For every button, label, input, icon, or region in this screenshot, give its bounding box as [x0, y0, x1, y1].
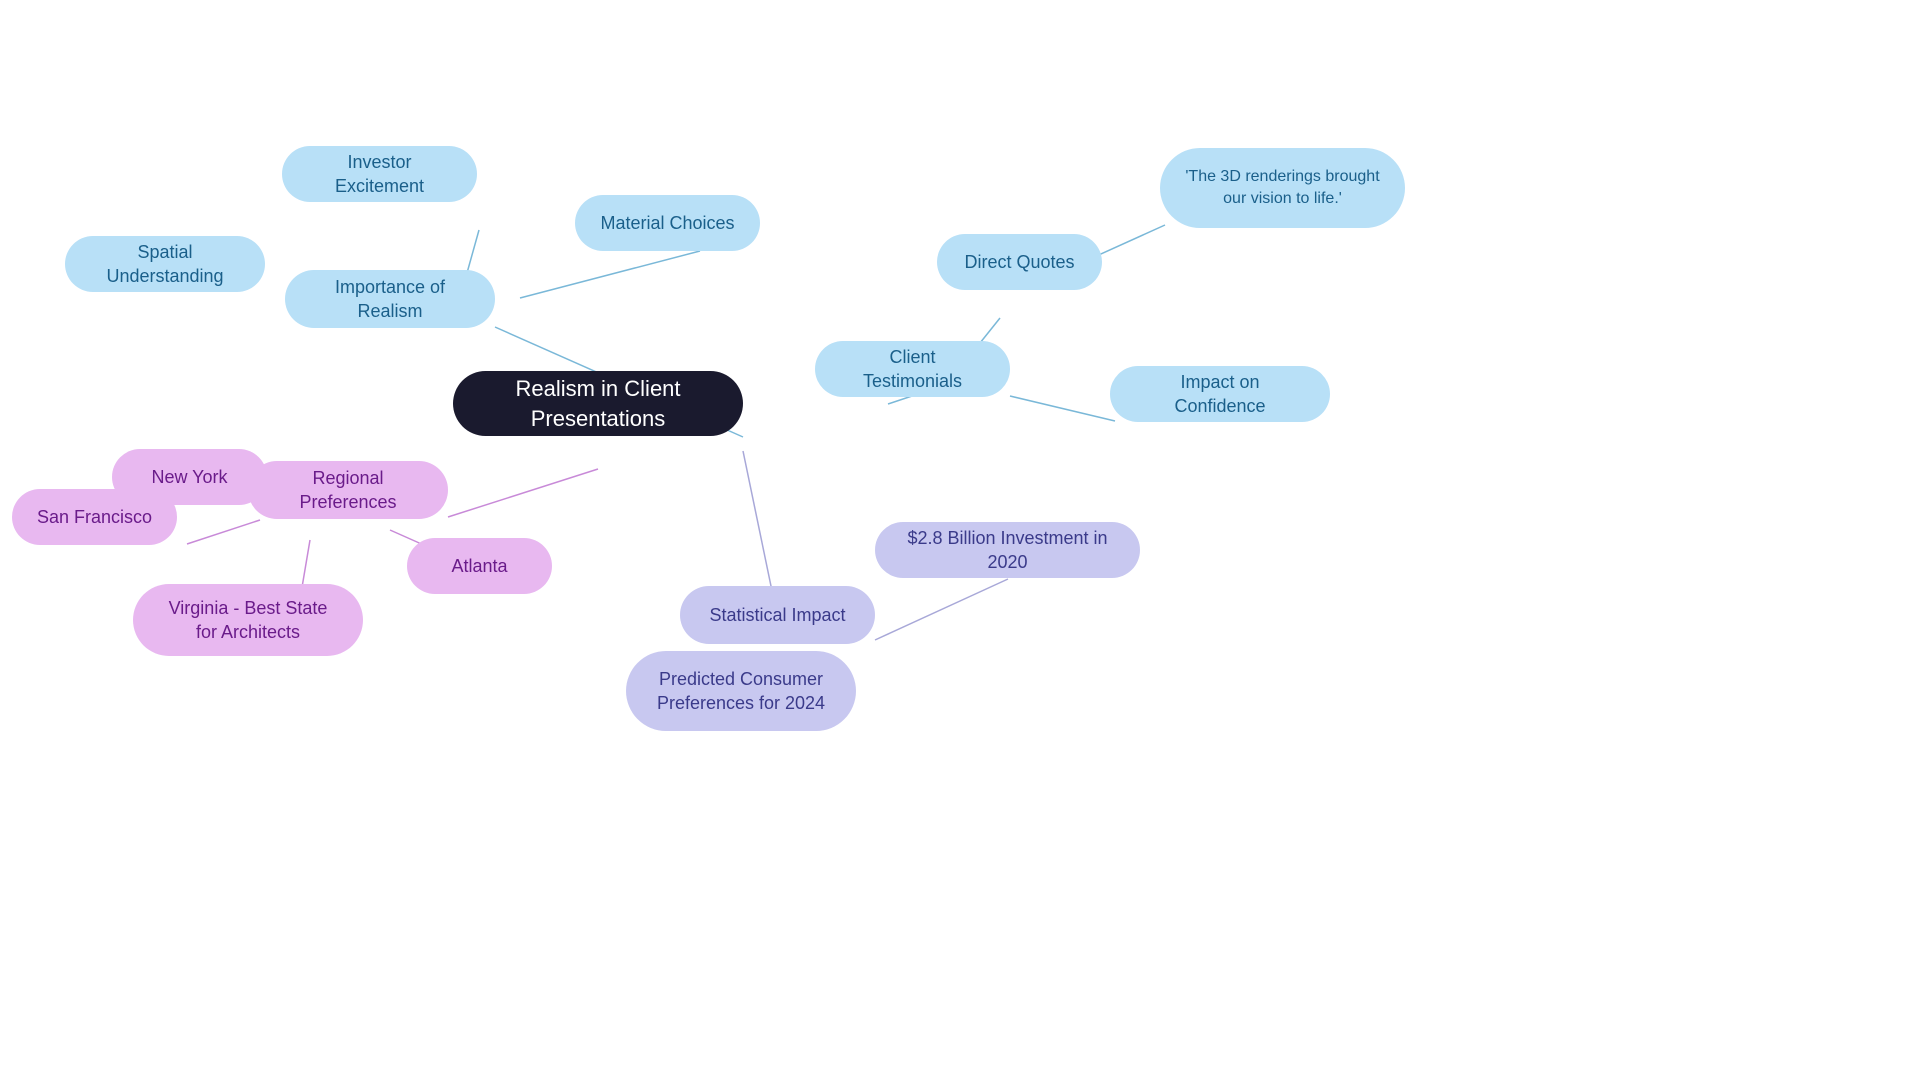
investor-excitement-node: Investor Excitement: [282, 146, 477, 202]
importance-of-realism-node: Importance of Realism: [285, 270, 495, 328]
san-francisco-node: San Francisco: [12, 489, 177, 545]
client-testimonials-node: Client Testimonials: [815, 341, 1010, 397]
center-node: Realism in Client Presentations: [453, 371, 743, 436]
virginia-node: Virginia - Best State for Architects: [133, 584, 363, 656]
quote-text-node: 'The 3D renderings brought our vision to…: [1160, 148, 1405, 228]
investment-node: $2.8 Billion Investment in 2020: [875, 522, 1140, 578]
direct-quotes-node: Direct Quotes: [937, 234, 1102, 290]
spatial-understanding-node: Spatial Understanding: [65, 236, 265, 292]
regional-preferences-node: Regional Preferences: [248, 461, 448, 519]
material-choices-node: Material Choices: [575, 195, 760, 251]
impact-on-confidence-node: Impact on Confidence: [1110, 366, 1330, 422]
statistical-impact-node: Statistical Impact: [680, 586, 875, 644]
predicted-consumer-node: Predicted Consumer Preferences for 2024: [626, 651, 856, 731]
atlanta-node: Atlanta: [407, 538, 552, 594]
